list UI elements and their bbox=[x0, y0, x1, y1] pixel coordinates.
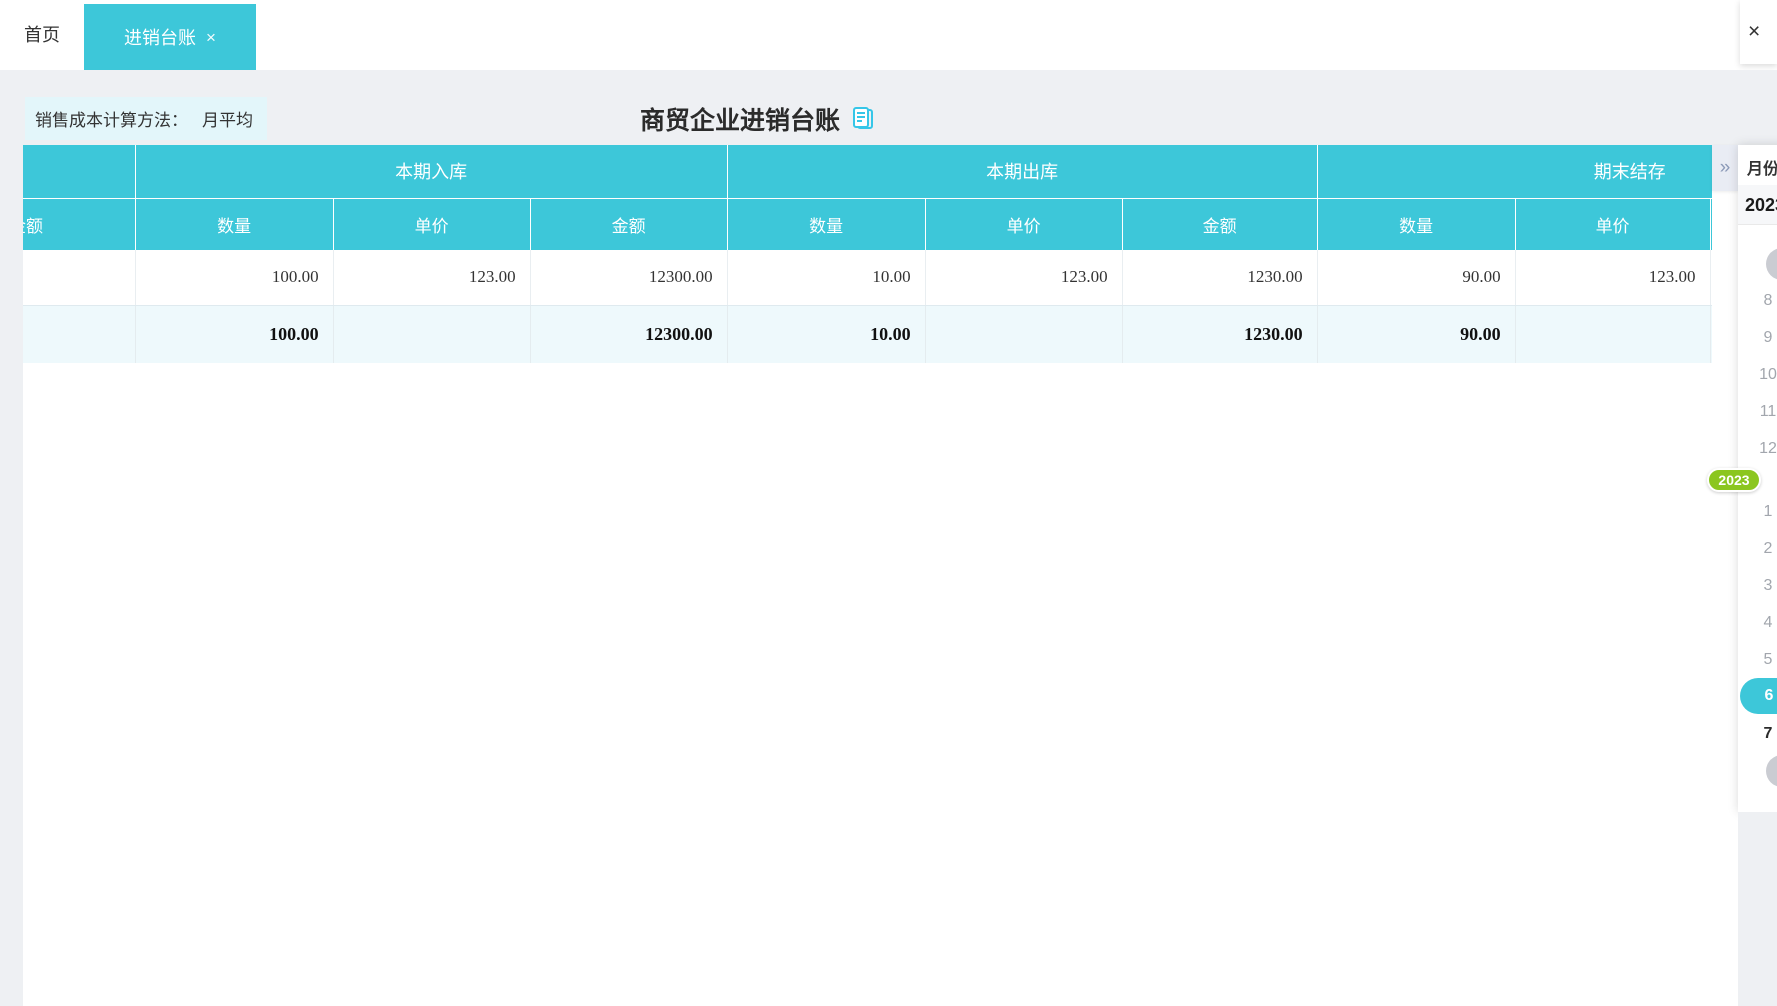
tab-home[interactable]: 首页 bbox=[24, 0, 60, 70]
cell: 10.00 bbox=[727, 250, 926, 306]
month-list: 8 9 10 11 12 2023 1 2 3 4 5 6 7 bbox=[1707, 245, 1777, 789]
col-header-amount: 金额 bbox=[1710, 198, 1712, 250]
total-cell bbox=[23, 305, 136, 363]
month-sidebar-title: 月份 bbox=[1747, 161, 1777, 178]
sidebar-collapse-button[interactable]: » bbox=[1712, 145, 1738, 191]
month-item-1[interactable]: 1 bbox=[1738, 493, 1777, 530]
group-header-inbound: 本期入库 bbox=[135, 145, 728, 199]
tab-ledger-active[interactable]: 进销台账 × bbox=[84, 4, 256, 70]
arrow-down-icon bbox=[1766, 754, 1777, 787]
col-header-price: 单价 bbox=[925, 198, 1123, 250]
cell: 123.00 bbox=[925, 250, 1123, 306]
cost-method-label: 销售成本计算方法： 月平均 bbox=[25, 97, 267, 140]
toolbar: 销售成本计算方法： 月平均 商贸企业进销台账 对账 重新开账 存货别名 生成凭证 bbox=[0, 70, 1777, 203]
month-item-3[interactable]: 3 bbox=[1738, 567, 1777, 604]
scroll-down-button[interactable] bbox=[1738, 752, 1777, 789]
month-item-10[interactable]: 10 bbox=[1738, 356, 1777, 393]
month-item-8[interactable]: 8 bbox=[1738, 282, 1777, 319]
month-item-12[interactable]: 12 bbox=[1738, 430, 1777, 467]
chevron-double-right-icon: » bbox=[1719, 157, 1731, 178]
cell bbox=[1710, 250, 1712, 306]
page-title: 商贸企业进销台账 bbox=[640, 97, 877, 140]
cost-method-caption: 销售成本计算方法： bbox=[35, 111, 188, 130]
left-margin bbox=[0, 70, 23, 1006]
group-header-blank bbox=[23, 145, 136, 199]
total-cell: 12300.00 bbox=[530, 305, 728, 363]
total-cell: 10.00 bbox=[727, 305, 926, 363]
col-header-qty: 数量 bbox=[727, 198, 926, 250]
table-total-row: 100.00 12300.00 10.00 1230.00 90.00 bbox=[23, 305, 1712, 363]
total-cell bbox=[333, 305, 531, 363]
selected-month-pill: 6 bbox=[1740, 678, 1777, 714]
table-sub-header-row: 金额 数量 单价 金额 数量 单价 金额 数量 单价 金额 bbox=[23, 198, 1712, 250]
cell: 90.00 bbox=[1317, 250, 1516, 306]
ledger-document-icon[interactable] bbox=[849, 105, 877, 133]
year-marker-2023[interactable]: 2023 bbox=[1707, 467, 1777, 493]
table-row[interactable]: 100.00 123.00 12300.00 10.00 123.00 1230… bbox=[23, 250, 1712, 306]
total-cell: 100.00 bbox=[135, 305, 334, 363]
bottom-right-background bbox=[1738, 812, 1777, 1006]
total-cell bbox=[1710, 305, 1712, 363]
total-cell: 1230.00 bbox=[1122, 305, 1318, 363]
month-item-11[interactable]: 11 bbox=[1738, 393, 1777, 430]
month-item-4[interactable]: 4 bbox=[1738, 604, 1777, 641]
cell: 123.00 bbox=[333, 250, 531, 306]
tab-close-icon[interactable]: × bbox=[206, 29, 216, 46]
app-window: 首页 进销台账 × × 销售成本计算方法： 月平均 商贸企业进销台账 本期入库 … bbox=[0, 0, 1777, 1006]
group-header-ending: 期末结存 bbox=[1317, 145, 1712, 199]
total-cell: 90.00 bbox=[1317, 305, 1516, 363]
close-all-button[interactable]: × bbox=[1740, 0, 1777, 64]
cell bbox=[23, 250, 136, 306]
col-header-amount: 金额 bbox=[1122, 198, 1318, 250]
ledger-table: 本期入库 本期出库 期末结存 金额 数量 单价 金额 数量 单价 金额 数量 单… bbox=[23, 145, 1712, 363]
col-header-price: 单价 bbox=[333, 198, 531, 250]
cell: 123.00 bbox=[1515, 250, 1711, 306]
arrow-up-icon bbox=[1766, 247, 1777, 280]
total-cell bbox=[925, 305, 1123, 363]
cell: 12300.00 bbox=[530, 250, 728, 306]
col-header-price: 单价 bbox=[1515, 198, 1711, 250]
year-header: 2023 bbox=[1738, 185, 1777, 225]
page-title-text: 商贸企业进销台账 bbox=[640, 106, 841, 135]
col-header-qty: 数量 bbox=[135, 198, 334, 250]
month-item-7[interactable]: 7 bbox=[1738, 715, 1777, 752]
month-item-5[interactable]: 5 bbox=[1738, 641, 1777, 678]
cell: 100.00 bbox=[135, 250, 334, 306]
scroll-up-button[interactable] bbox=[1738, 245, 1777, 282]
month-item-9[interactable]: 9 bbox=[1738, 319, 1777, 356]
cell: 1230.00 bbox=[1122, 250, 1318, 306]
tab-bar: 首页 进销台账 × × bbox=[0, 0, 1777, 70]
year-pill: 2023 bbox=[1707, 468, 1761, 492]
close-icon: × bbox=[1748, 20, 1761, 43]
tab-ledger-label: 进销台账 bbox=[124, 28, 197, 48]
month-sidebar: 月份 2023 8910111220231234567 bbox=[1707, 145, 1777, 812]
col-header-qty: 数量 bbox=[1317, 198, 1516, 250]
group-header-outbound: 本期出库 bbox=[727, 145, 1318, 199]
table-group-header-row: 本期入库 本期出库 期末结存 bbox=[23, 145, 1712, 199]
col-header-amount-cut: 金额 bbox=[23, 198, 136, 250]
month-item-2[interactable]: 2 bbox=[1738, 530, 1777, 567]
month-item-6-selected[interactable]: 6 bbox=[1738, 678, 1777, 715]
cost-method-value: 月平均 bbox=[202, 111, 253, 130]
col-header-amount: 金额 bbox=[530, 198, 728, 250]
total-cell bbox=[1515, 305, 1711, 363]
